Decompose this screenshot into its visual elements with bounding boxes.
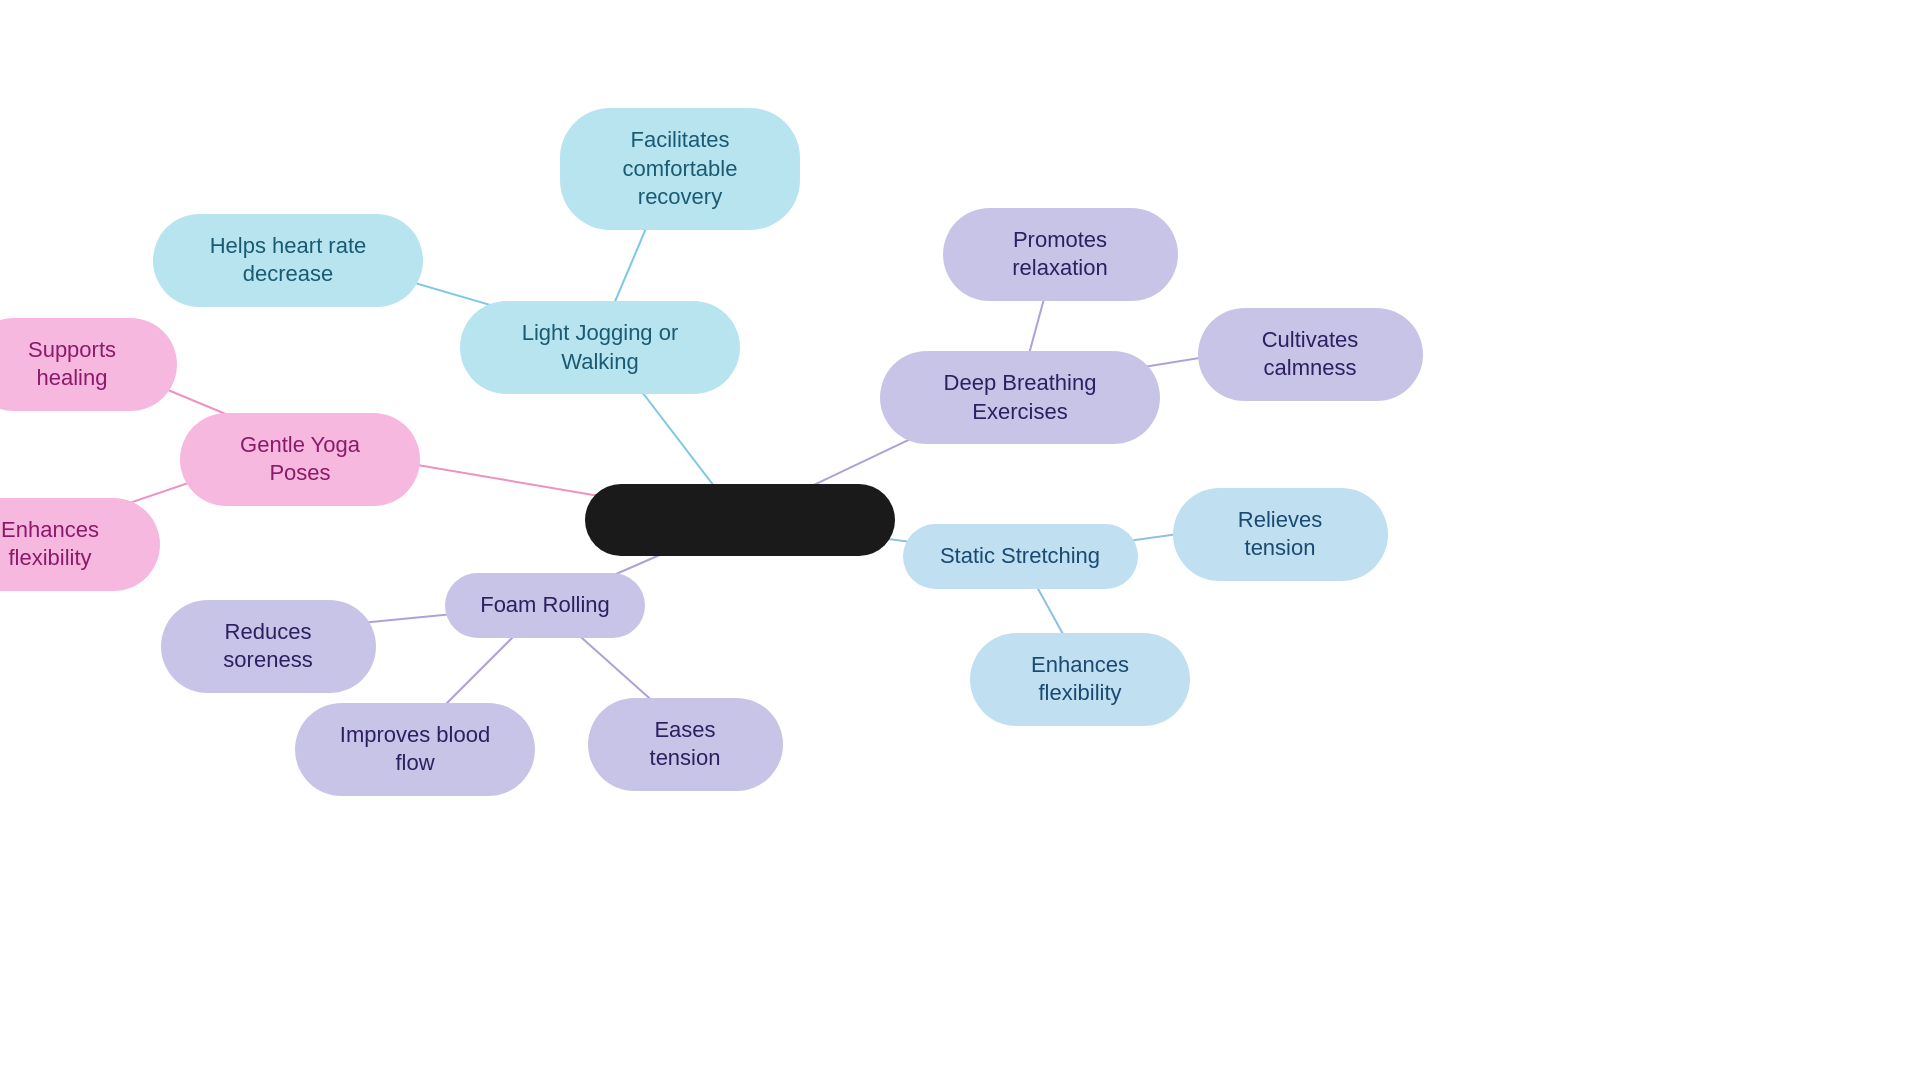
- node-relieves-tension: Relieves tension: [1173, 488, 1388, 581]
- node-cultivates-calmness: Cultivates calmness: [1198, 308, 1423, 401]
- node-deep-breathing: Deep Breathing Exercises: [880, 351, 1160, 444]
- node-enhances-flex-left: Enhances flexibility: [0, 498, 160, 591]
- node-supports-healing: Supports healing: [0, 318, 177, 411]
- node-facilitates: Facilitates comfortable recovery: [560, 108, 800, 230]
- node-static-stretching: Static Stretching: [903, 524, 1138, 589]
- node-gentle-yoga: Gentle Yoga Poses: [180, 413, 420, 506]
- node-improves-blood: Improves blood flow: [295, 703, 535, 796]
- node-eases-tension: Eases tension: [588, 698, 783, 791]
- node-promotes-relaxation: Promotes relaxation: [943, 208, 1178, 301]
- node-enhances-flex-right: Enhances flexibility: [970, 633, 1190, 726]
- node-helps-heart: Helps heart rate decrease: [153, 214, 423, 307]
- node-foam-rolling: Foam Rolling: [445, 573, 645, 638]
- node-reduces-soreness: Reduces soreness: [161, 600, 376, 693]
- center-node: [585, 484, 895, 556]
- node-light-jogging: Light Jogging or Walking: [460, 301, 740, 394]
